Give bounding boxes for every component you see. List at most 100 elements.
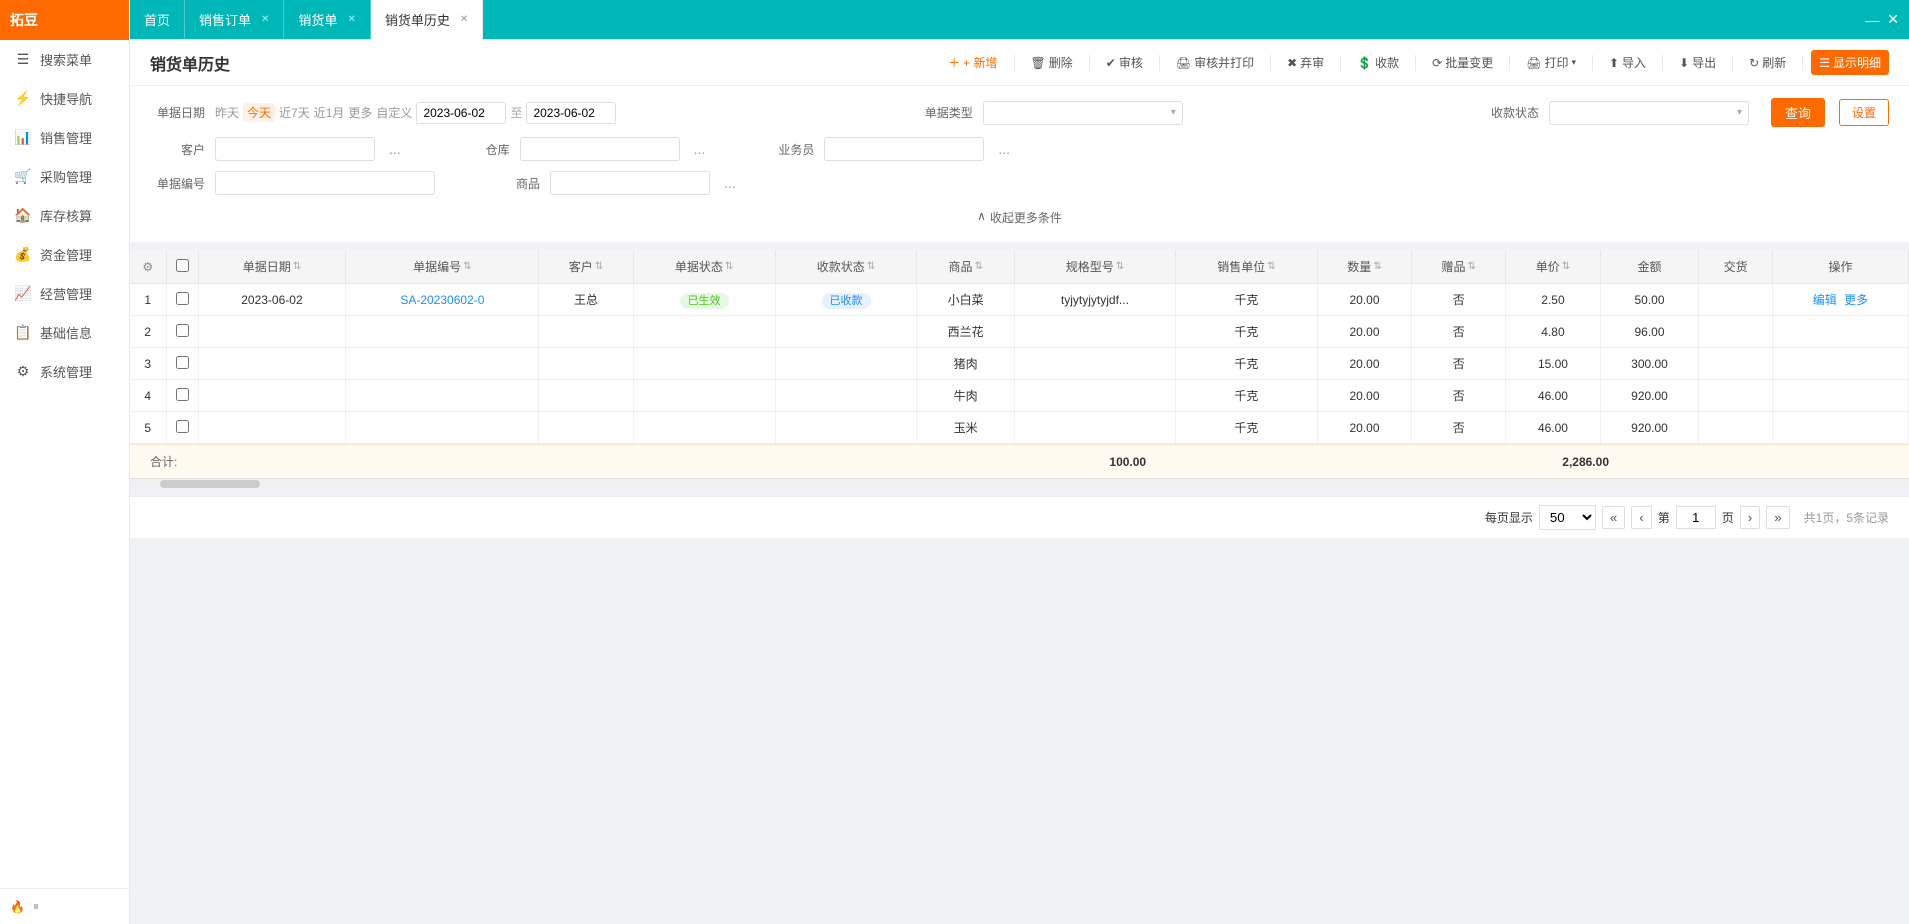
sidebar-item-operations[interactable]: 📈 经营管理 bbox=[0, 274, 129, 313]
sort-unit-price-icon[interactable]: ⇅ bbox=[1562, 261, 1570, 272]
th-settings[interactable]: ⚙ bbox=[130, 250, 166, 284]
export-button[interactable]: ⬇ 导出 bbox=[1671, 50, 1724, 75]
th-unit[interactable]: 销售单位 ⇅ bbox=[1175, 250, 1317, 284]
date-1month[interactable]: 近1月 bbox=[314, 104, 345, 121]
tab-sales-order-close[interactable]: ✕ bbox=[261, 14, 269, 25]
date-from-input[interactable] bbox=[416, 102, 506, 124]
sidebar-item-purchase-mgmt[interactable]: 🛒 采购管理 bbox=[0, 157, 129, 196]
collapse-row[interactable]: ∧ 收起更多条件 bbox=[150, 205, 1889, 230]
last-page-button[interactable]: » bbox=[1766, 506, 1789, 529]
sort-qty-icon[interactable]: ⇅ bbox=[1373, 261, 1381, 272]
approve-button[interactable]: ✔ 审核 bbox=[1098, 50, 1151, 75]
sidebar-item-inventory[interactable]: 🏠 库存核算 bbox=[0, 196, 129, 235]
tab-sales-delivery[interactable]: 销货单 ✕ bbox=[284, 0, 370, 40]
refresh-button[interactable]: ↻ 刷新 bbox=[1741, 50, 1794, 75]
th-customer[interactable]: 客户 ⇅ bbox=[539, 250, 633, 284]
sidebar-item-finance[interactable]: 💰 资金管理 bbox=[0, 235, 129, 274]
date-7days[interactable]: 近7天 bbox=[279, 104, 310, 121]
customer-ellipsis[interactable]: ... bbox=[385, 141, 405, 157]
row-checkbox[interactable] bbox=[176, 420, 189, 433]
window-minimize-icon[interactable]: — bbox=[1865, 12, 1879, 28]
more-link[interactable]: 更多 bbox=[1844, 293, 1868, 307]
sort-doc-date-icon[interactable]: ⇅ bbox=[293, 261, 301, 272]
page-number-input[interactable] bbox=[1676, 506, 1716, 529]
th-doc-status[interactable]: 单据状态 ⇅ bbox=[633, 250, 775, 284]
sort-doc-status-icon[interactable]: ⇅ bbox=[725, 261, 733, 272]
sidebar-item-base-info[interactable]: 📋 基础信息 bbox=[0, 313, 129, 352]
prev-page-button[interactable]: ‹ bbox=[1631, 506, 1651, 529]
tab-sales-delivery-close[interactable]: ✕ bbox=[347, 14, 355, 25]
filter-row-1: 单据日期 昨天 今天 近7天 近1月 更多 自定义 至 单据类型 bbox=[150, 98, 1889, 127]
sidebar-item-sales-mgmt[interactable]: 📊 销售管理 bbox=[0, 118, 129, 157]
doc-no-link[interactable]: SA-20230602-0 bbox=[400, 293, 484, 307]
tab-sales-history[interactable]: 销货单历史 ✕ bbox=[371, 0, 483, 40]
goods-ellipsis[interactable]: ... bbox=[720, 175, 740, 191]
sort-goods-icon[interactable]: ⇅ bbox=[975, 261, 983, 272]
new-icon: ＋ bbox=[948, 54, 960, 71]
tab-sales-history-close[interactable]: ✕ bbox=[460, 14, 468, 25]
per-page-select[interactable]: 50 10 20 100 bbox=[1539, 505, 1596, 530]
edit-link[interactable]: 编辑 bbox=[1813, 293, 1837, 307]
date-to-input[interactable] bbox=[526, 102, 616, 124]
show-detail-button[interactable]: ☰ 显示明细 bbox=[1811, 50, 1889, 75]
date-yesterday[interactable]: 昨天 bbox=[215, 104, 239, 121]
select-all-checkbox[interactable] bbox=[176, 259, 189, 272]
th-qty[interactable]: 数量 ⇅ bbox=[1317, 250, 1411, 284]
window-close-icon[interactable]: ✕ bbox=[1887, 11, 1899, 28]
salesperson-input[interactable] bbox=[824, 137, 984, 161]
th-doc-no[interactable]: 单据编号 ⇅ bbox=[346, 250, 539, 284]
th-spec[interactable]: 规格型号 ⇅ bbox=[1014, 250, 1175, 284]
tab-sales-order[interactable]: 销售订单 ✕ bbox=[185, 0, 284, 40]
date-custom[interactable]: 自定义 bbox=[376, 104, 412, 121]
sidebar-item-label: 快捷导航 bbox=[40, 89, 92, 108]
row-checkbox[interactable] bbox=[176, 324, 189, 337]
th-gift[interactable]: 赠品 ⇅ bbox=[1412, 250, 1506, 284]
sidebar-bottom-icon2[interactable]: ⏸ bbox=[33, 899, 39, 914]
row-checkbox[interactable] bbox=[176, 388, 189, 401]
date-more[interactable]: 更多 bbox=[348, 104, 372, 121]
sort-unit-icon[interactable]: ⇅ bbox=[1267, 261, 1275, 272]
setting-button[interactable]: 设置 bbox=[1839, 99, 1889, 126]
sort-doc-no-icon[interactable]: ⇅ bbox=[463, 261, 471, 272]
th-goods[interactable]: 商品 ⇅ bbox=[917, 250, 1014, 284]
row-checkbox[interactable] bbox=[176, 356, 189, 369]
sidebar-item-search-menu[interactable]: ☰ 搜索菜单 bbox=[0, 40, 129, 79]
query-button[interactable]: 查询 bbox=[1771, 98, 1825, 127]
sort-customer-icon[interactable]: ⇅ bbox=[595, 261, 603, 272]
horizontal-scrollbar[interactable] bbox=[130, 478, 1909, 488]
tab-home[interactable]: 首页 bbox=[130, 0, 185, 40]
print-button[interactable]: 🖨 打印 ▾ bbox=[1518, 50, 1584, 75]
first-page-button[interactable]: « bbox=[1602, 506, 1625, 529]
collect-button[interactable]: 💲 收款 bbox=[1349, 50, 1407, 75]
sort-spec-icon[interactable]: ⇅ bbox=[1116, 261, 1124, 272]
table-row: 1 2023-06-02 SA-20230602-0 王总 已生效 已收款 小白… bbox=[130, 284, 1909, 316]
goods-input[interactable] bbox=[550, 171, 710, 195]
date-today[interactable]: 今天 bbox=[243, 103, 275, 122]
sidebar-item-system[interactable]: ⚙ 系统管理 bbox=[0, 352, 129, 391]
sort-payment-status-icon[interactable]: ⇅ bbox=[867, 261, 875, 272]
warehouse-ellipsis[interactable]: ... bbox=[690, 141, 710, 157]
th-doc-date[interactable]: 单据日期 ⇅ bbox=[198, 250, 346, 284]
sidebar-item-quick-nav[interactable]: ⚡ 快捷导航 bbox=[0, 79, 129, 118]
settings-icon[interactable]: ⚙ bbox=[142, 260, 153, 274]
sort-gift-icon[interactable]: ⇅ bbox=[1468, 261, 1476, 272]
delete-button[interactable]: 🗑 删除 bbox=[1023, 50, 1081, 75]
doc-no-input[interactable] bbox=[215, 171, 435, 195]
th-unit-price[interactable]: 单价 ⇅ bbox=[1506, 250, 1600, 284]
payment-status-select[interactable] bbox=[1550, 102, 1730, 124]
warehouse-input[interactable] bbox=[520, 137, 680, 161]
doc-type-select[interactable] bbox=[984, 102, 1164, 124]
new-button[interactable]: ＋ + 新增 bbox=[940, 50, 1005, 75]
page-content: 销货单历史 ＋ + 新增 🗑 删除 ✔ 审核 🖨 bbox=[130, 40, 1909, 924]
batch-change-button[interactable]: ⟳ 批量变更 bbox=[1424, 50, 1501, 75]
th-payment-status[interactable]: 收款状态 ⇅ bbox=[775, 250, 917, 284]
customer-input[interactable] bbox=[215, 137, 375, 161]
sidebar-item-label: 采购管理 bbox=[40, 167, 92, 186]
abandon-button[interactable]: ✖ 弃审 bbox=[1279, 50, 1332, 75]
sidebar-bottom-icon1[interactable]: 🔥 bbox=[10, 900, 25, 914]
next-page-button[interactable]: › bbox=[1740, 506, 1760, 529]
import-button[interactable]: ⬆ 导入 bbox=[1601, 50, 1654, 75]
row-checkbox[interactable] bbox=[176, 292, 189, 305]
approve-print-button[interactable]: 🖨 审核并打印 bbox=[1168, 50, 1262, 75]
salesperson-ellipsis[interactable]: ... bbox=[994, 141, 1014, 157]
